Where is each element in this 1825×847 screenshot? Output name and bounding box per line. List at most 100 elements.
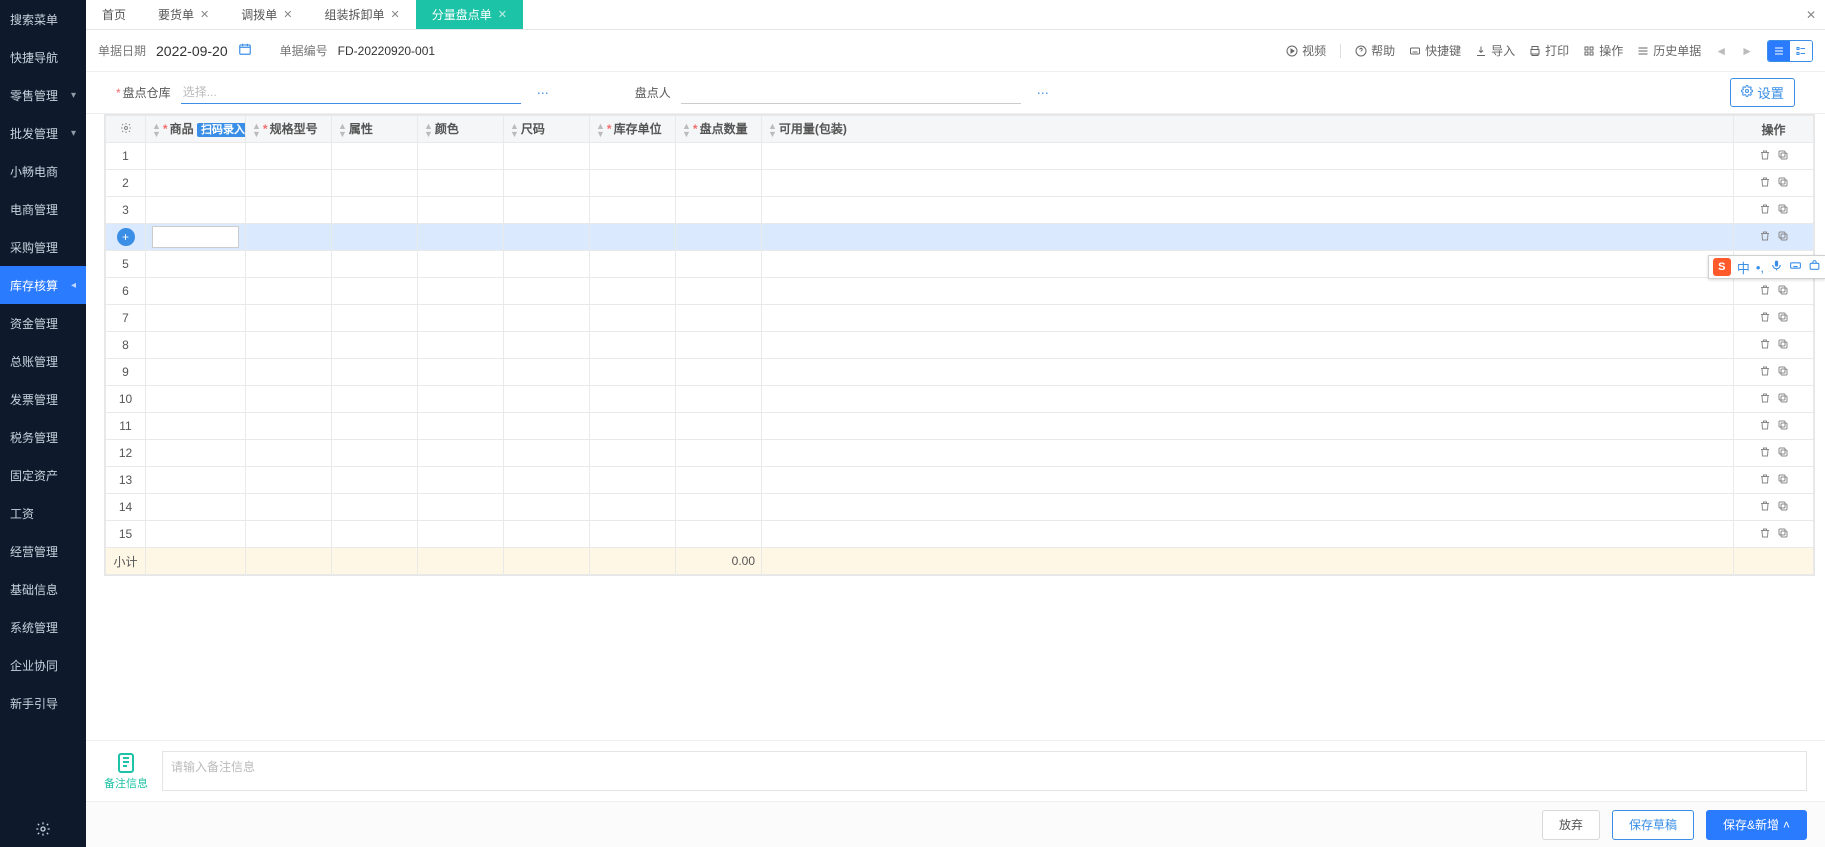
- save-new-button[interactable]: 保存&新增˄: [1706, 810, 1807, 840]
- close-all-icon[interactable]: ✕: [1797, 0, 1825, 29]
- copy-icon[interactable]: [1777, 501, 1789, 515]
- sidebar-item[interactable]: 工资: [0, 494, 86, 532]
- delete-icon[interactable]: [1759, 312, 1771, 326]
- ime-toolbox-icon[interactable]: [1808, 259, 1821, 275]
- delete-icon[interactable]: [1759, 420, 1771, 434]
- table-row[interactable]: 10: [106, 386, 1814, 413]
- sidebar-item[interactable]: 系统管理: [0, 608, 86, 646]
- delete-icon[interactable]: [1759, 474, 1771, 488]
- help-link[interactable]: 帮助: [1355, 42, 1395, 59]
- sidebar-item[interactable]: 批发管理▾: [0, 114, 86, 152]
- sidebar-item[interactable]: 发票管理: [0, 380, 86, 418]
- copy-icon[interactable]: [1777, 474, 1789, 488]
- table-row[interactable]: 5: [106, 251, 1814, 278]
- ime-toolbar[interactable]: S 中 •,: [1708, 255, 1825, 279]
- nav-next[interactable]: ►: [1741, 44, 1753, 58]
- operate-link[interactable]: 操作: [1583, 42, 1623, 59]
- table-row[interactable]: 1: [106, 143, 1814, 170]
- close-icon[interactable]: ✕: [391, 8, 400, 21]
- table-row[interactable]: +: [106, 224, 1814, 251]
- save-draft-button[interactable]: 保存草稿: [1612, 810, 1694, 840]
- ime-mic-icon[interactable]: [1770, 259, 1783, 275]
- copy-icon[interactable]: [1777, 366, 1789, 380]
- sidebar-item[interactable]: 新手引导: [0, 684, 86, 722]
- table-row[interactable]: 14: [106, 494, 1814, 521]
- col-header[interactable]: ▲▼属性: [332, 116, 418, 143]
- copy-icon[interactable]: [1777, 312, 1789, 326]
- import-link[interactable]: 导入: [1475, 42, 1515, 59]
- table-row[interactable]: 3: [106, 197, 1814, 224]
- copy-icon[interactable]: [1777, 528, 1789, 542]
- person-more-icon[interactable]: ⋯: [1031, 86, 1055, 100]
- tab[interactable]: 要货单✕: [142, 0, 225, 29]
- delete-icon[interactable]: [1759, 339, 1771, 353]
- copy-icon[interactable]: [1777, 420, 1789, 434]
- delete-icon[interactable]: [1759, 204, 1771, 218]
- table-row[interactable]: 9: [106, 359, 1814, 386]
- sidebar-item[interactable]: 零售管理▾: [0, 76, 86, 114]
- delete-icon[interactable]: [1759, 528, 1771, 542]
- calendar-icon[interactable]: [238, 42, 252, 59]
- sidebar-item[interactable]: 搜索菜单: [0, 0, 86, 38]
- col-header[interactable]: ▲▼*商品 扫码录入: [146, 116, 246, 143]
- table-row[interactable]: 8: [106, 332, 1814, 359]
- copy-icon[interactable]: [1777, 177, 1789, 191]
- scan-chip[interactable]: 扫码录入: [197, 123, 246, 137]
- tab[interactable]: 首页: [86, 0, 142, 29]
- copy-icon[interactable]: [1777, 339, 1789, 353]
- person-input[interactable]: [681, 81, 1021, 104]
- table-row[interactable]: 2: [106, 170, 1814, 197]
- ime-keyboard-icon[interactable]: [1789, 259, 1802, 275]
- delete-icon[interactable]: [1759, 501, 1771, 515]
- sidebar-item[interactable]: 总账管理: [0, 342, 86, 380]
- video-link[interactable]: 视频: [1286, 42, 1326, 59]
- copy-icon[interactable]: [1777, 204, 1789, 218]
- history-link[interactable]: 历史单据: [1637, 42, 1701, 59]
- nav-prev[interactable]: ◄: [1715, 44, 1727, 58]
- copy-icon[interactable]: [1777, 285, 1789, 299]
- close-icon[interactable]: ✕: [200, 8, 209, 21]
- table-row[interactable]: 6: [106, 278, 1814, 305]
- print-link[interactable]: 打印: [1529, 42, 1569, 59]
- date-value[interactable]: 2022-09-20: [156, 43, 228, 59]
- sidebar-item[interactable]: 库存核算◂: [0, 266, 86, 304]
- sidebar-item[interactable]: 税务管理: [0, 418, 86, 456]
- ime-punct-icon[interactable]: •,: [1756, 260, 1764, 275]
- col-header[interactable]: ▲▼*盘点数量: [676, 116, 762, 143]
- th-gear[interactable]: [106, 116, 146, 143]
- close-icon[interactable]: ✕: [498, 8, 507, 21]
- tab[interactable]: 调拨单✕: [225, 0, 308, 29]
- add-row-icon[interactable]: +: [117, 228, 135, 246]
- sidebar-item[interactable]: 基础信息: [0, 570, 86, 608]
- sidebar-item[interactable]: 快捷导航: [0, 38, 86, 76]
- copy-icon[interactable]: [1777, 447, 1789, 461]
- sidebar-item[interactable]: 经营管理: [0, 532, 86, 570]
- ime-lang[interactable]: 中: [1737, 258, 1750, 277]
- copy-icon[interactable]: [1777, 150, 1789, 164]
- delete-icon[interactable]: [1759, 366, 1771, 380]
- table-row[interactable]: 7: [106, 305, 1814, 332]
- cell-input[interactable]: [152, 226, 239, 248]
- sidebar-item[interactable]: 采购管理: [0, 228, 86, 266]
- discard-button[interactable]: 放弃: [1542, 810, 1600, 840]
- copy-icon[interactable]: [1777, 231, 1789, 245]
- tab[interactable]: 分量盘点单✕: [416, 0, 523, 29]
- warehouse-more-icon[interactable]: ⋯: [531, 86, 555, 100]
- table-row[interactable]: 12: [106, 440, 1814, 467]
- col-header[interactable]: ▲▼尺码: [504, 116, 590, 143]
- col-header[interactable]: ▲▼*规格型号: [246, 116, 332, 143]
- view-form-icon[interactable]: [1768, 41, 1790, 61]
- delete-icon[interactable]: [1759, 231, 1771, 245]
- col-header[interactable]: ▲▼颜色: [418, 116, 504, 143]
- table-row[interactable]: 13: [106, 467, 1814, 494]
- delete-icon[interactable]: [1759, 447, 1771, 461]
- delete-icon[interactable]: [1759, 150, 1771, 164]
- sidebar-item[interactable]: 小畅电商: [0, 152, 86, 190]
- settings-button[interactable]: 设置: [1730, 78, 1795, 107]
- delete-icon[interactable]: [1759, 285, 1771, 299]
- sidebar-item[interactable]: 企业协同: [0, 646, 86, 684]
- sidebar-item[interactable]: 固定资产: [0, 456, 86, 494]
- tab[interactable]: 组装拆卸单✕: [308, 0, 415, 29]
- col-header[interactable]: ▲▼可用量(包装): [762, 116, 1734, 143]
- sidebar-settings-icon[interactable]: [0, 811, 86, 847]
